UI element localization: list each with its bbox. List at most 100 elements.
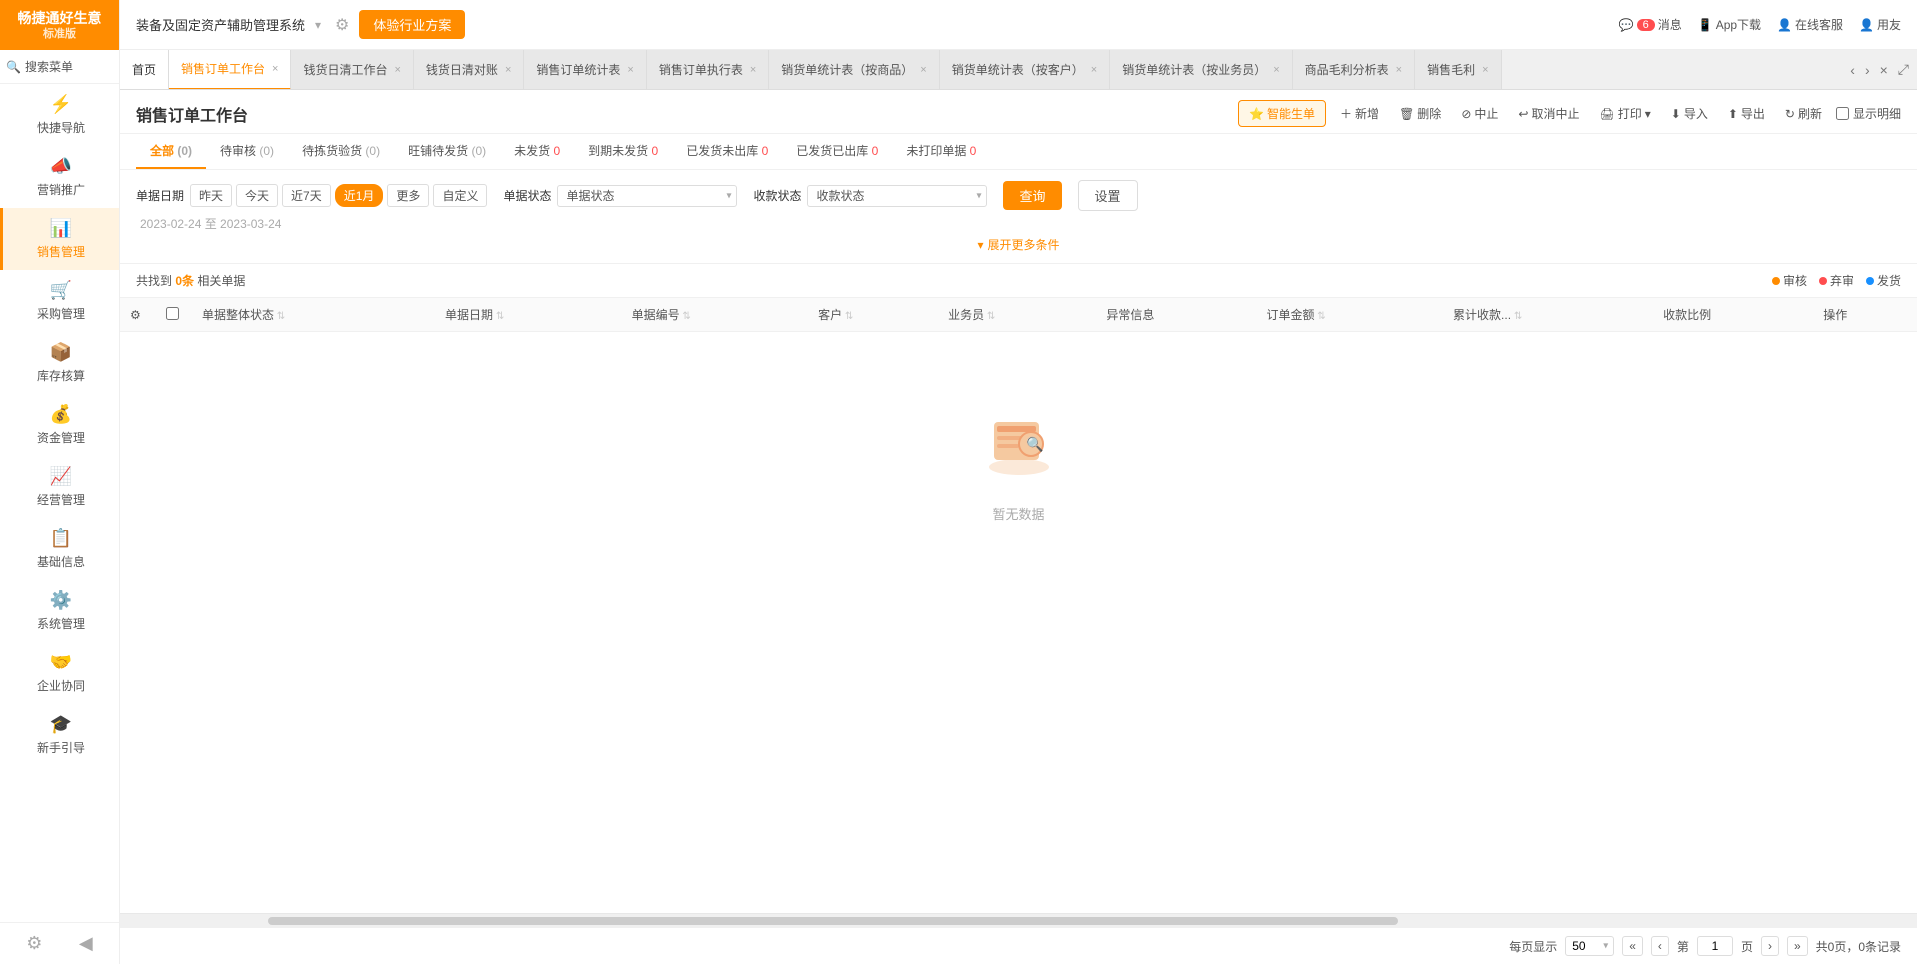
show-detail-checkbox[interactable] xyxy=(1836,107,1849,120)
subtab-all[interactable]: 全部 (0) xyxy=(136,134,206,169)
table-scroll[interactable]: ⚙ 单据整体状态 单据日期 单据编号 客户 业务员 异常信息 订单金额 xyxy=(120,297,1917,913)
tab-product-margin[interactable]: 商品毛利分析表 × xyxy=(1293,50,1415,90)
date-btn-7days[interactable]: 近7天 xyxy=(282,184,331,207)
date-btn-today[interactable]: 今天 xyxy=(236,184,278,207)
close-tab-sales-profit[interactable]: × xyxy=(1482,64,1488,76)
tab-sales-order-workbench[interactable]: 销售订单工作台 × xyxy=(169,50,291,90)
print-dropdown-icon[interactable]: ▾ xyxy=(1645,107,1651,121)
smart-btn[interactable]: ⭐ 智能生单 xyxy=(1238,100,1326,127)
sidebar-item-new-guide[interactable]: 🎓 新手引导 xyxy=(0,704,119,766)
date-btn-more[interactable]: 更多 xyxy=(387,184,429,207)
cancel-stop-btn[interactable]: ↩ 取消中止 xyxy=(1512,101,1585,126)
tab-close-all[interactable]: × xyxy=(1876,60,1892,80)
add-btn[interactable]: ＋ 新增 xyxy=(1334,101,1385,126)
sidebar-item-marketing[interactable]: 📣 营销推广 xyxy=(0,146,119,208)
sidebar-search[interactable]: 🔍 搜索菜单 xyxy=(0,50,119,84)
page-size-select[interactable]: 50 10 20 100 xyxy=(1565,936,1614,956)
sidebar-item-collab[interactable]: 🤝 企业协同 xyxy=(0,642,119,704)
page-input[interactable] xyxy=(1697,936,1733,956)
th-customer[interactable]: 客户 xyxy=(808,298,938,332)
close-tab-sales-stats-customer[interactable]: × xyxy=(1091,64,1097,76)
subtab-overdue-unshipped[interactable]: 到期未发货 0 xyxy=(574,134,672,169)
page-last-btn[interactable]: » xyxy=(1787,936,1808,956)
date-btn-yesterday[interactable]: 昨天 xyxy=(190,184,232,207)
tab-cash-reconcile[interactable]: 钱货日清对账 × xyxy=(414,50,524,90)
page-first-btn[interactable]: « xyxy=(1622,936,1643,956)
close-tab-sales-stats-product[interactable]: × xyxy=(920,64,926,76)
collapse-icon[interactable]: ◀ xyxy=(79,933,93,954)
sidebar-item-sys-mgmt[interactable]: ⚙️ 系统管理 xyxy=(0,580,119,642)
th-number[interactable]: 单据编号 xyxy=(622,298,809,332)
delete-btn[interactable]: 🗑 删除 xyxy=(1393,101,1447,126)
scrollbar-area[interactable] xyxy=(120,913,1917,927)
print-btn[interactable]: 🖨 打印 ▾ xyxy=(1593,101,1656,126)
stop-btn[interactable]: ⊘ 中止 xyxy=(1455,101,1504,126)
th-salesperson[interactable]: 业务员 xyxy=(938,298,1096,332)
user-btn[interactable]: 👤 用友 xyxy=(1859,16,1901,33)
scrollbar-thumb[interactable] xyxy=(268,917,1398,925)
tab-sales-stats-customer[interactable]: 销货单统计表（按客户） × xyxy=(940,50,1110,90)
subtab-shipped-not-out[interactable]: 已发货未出库 0 xyxy=(672,134,782,169)
date-btn-custom[interactable]: 自定义 xyxy=(433,184,487,207)
trial-btn[interactable]: 体验行业方案 xyxy=(359,10,465,39)
tab-cash-daily[interactable]: 钱货日清工作台 × xyxy=(291,50,413,90)
tab-sales-profit[interactable]: 销售毛利 × xyxy=(1415,50,1501,90)
tab-sales-order-exec[interactable]: 销售订单执行表 × xyxy=(647,50,769,90)
subtab-not-shipped-label: 未发货 xyxy=(514,144,550,158)
filter-expand[interactable]: ▾ 展开更多条件 xyxy=(136,232,1901,257)
unrev-btn[interactable]: 弃审 xyxy=(1819,272,1854,289)
th-date[interactable]: 单据日期 xyxy=(435,298,622,332)
subtab-pending-check[interactable]: 待拣货验货 (0) xyxy=(288,134,394,169)
show-detail-label[interactable]: 显示明细 xyxy=(1836,105,1901,122)
app-download-btn[interactable]: 📱 App下载 xyxy=(1698,16,1761,33)
subtab-not-shipped[interactable]: 未发货 0 xyxy=(500,134,574,169)
tab-scroll-left[interactable]: ‹ xyxy=(1846,60,1859,80)
import-btn[interactable]: ⬇ 导入 xyxy=(1665,101,1714,126)
online-support-btn[interactable]: 👤 在线客服 xyxy=(1777,16,1843,33)
close-tab-sales-order-exec[interactable]: × xyxy=(750,64,756,76)
close-tab-product-margin[interactable]: × xyxy=(1396,64,1402,76)
subtab-wangpu[interactable]: 旺铺待发货 (0) xyxy=(394,134,500,169)
subtab-pending-review[interactable]: 待审核 (0) xyxy=(206,134,288,169)
sidebar-item-quick-nav[interactable]: ⚡ 快捷导航 xyxy=(0,84,119,146)
select-all-checkbox[interactable] xyxy=(166,307,179,320)
tab-sales-order-stats[interactable]: 销售订单统计表 × xyxy=(524,50,646,90)
dropdown-arrow-icon[interactable]: ▾ xyxy=(315,18,321,32)
sidebar-item-purchase[interactable]: 🛒 采购管理 xyxy=(0,270,119,332)
column-settings-icon[interactable]: ⚙ xyxy=(130,308,141,322)
sidebar-item-inventory[interactable]: 📦 库存核算 xyxy=(0,332,119,394)
page-next-btn[interactable]: › xyxy=(1761,936,1779,956)
subtab-not-printed[interactable]: 未打印单据 0 xyxy=(892,134,990,169)
message-btn[interactable]: 💬 6 消息 xyxy=(1619,16,1682,33)
th-status[interactable]: 单据整体状态 xyxy=(192,298,435,332)
th-amount[interactable]: 订单金额 xyxy=(1257,298,1444,332)
close-tab-cash-reconcile[interactable]: × xyxy=(505,64,511,76)
tab-home[interactable]: 首页 xyxy=(120,50,169,90)
close-tab-sales-stats-staff[interactable]: × xyxy=(1273,64,1279,76)
tab-sales-stats-staff[interactable]: 销货单统计表（按业务员） × xyxy=(1110,50,1292,90)
page-prev-btn[interactable]: ‹ xyxy=(1651,936,1669,956)
filter-collect-select[interactable]: 收款状态 xyxy=(807,185,987,207)
settings-icon[interactable]: ⚙ xyxy=(26,933,42,954)
review-btn[interactable]: 审核 xyxy=(1772,272,1807,289)
sidebar-item-base-info[interactable]: 📋 基础信息 xyxy=(0,518,119,580)
refresh-btn[interactable]: ↻ 刷新 xyxy=(1779,101,1828,126)
query-btn[interactable]: 查询 xyxy=(1003,181,1061,210)
subtab-shipped-out[interactable]: 已发货已出库 0 xyxy=(782,134,892,169)
export-btn[interactable]: ⬆ 导出 xyxy=(1722,101,1771,126)
close-tab-sales-order-stats[interactable]: × xyxy=(627,64,633,76)
deliver-btn[interactable]: 发货 xyxy=(1866,272,1901,289)
sidebar-item-sales[interactable]: 📊 销售管理 xyxy=(0,208,119,270)
settings-topbar-icon[interactable]: ⚙ xyxy=(335,15,349,35)
sidebar-item-finance[interactable]: 💰 资金管理 xyxy=(0,394,119,456)
tab-scroll-right[interactable]: › xyxy=(1861,60,1874,80)
date-btn-1month[interactable]: 近1月 xyxy=(335,184,384,207)
th-collected[interactable]: 累计收款... xyxy=(1443,298,1653,332)
tab-maximize[interactable]: ⤢ xyxy=(1894,59,1913,80)
tab-sales-stats-product[interactable]: 销货单统计表（按商品） × xyxy=(769,50,939,90)
sidebar-item-operations[interactable]: 📈 经营管理 xyxy=(0,456,119,518)
filter-status-select[interactable]: 单据状态 xyxy=(557,185,737,207)
close-tab-sales-order-workbench[interactable]: × xyxy=(272,63,278,75)
close-tab-cash-daily[interactable]: × xyxy=(394,64,400,76)
set-btn[interactable]: 设置 xyxy=(1078,180,1138,211)
